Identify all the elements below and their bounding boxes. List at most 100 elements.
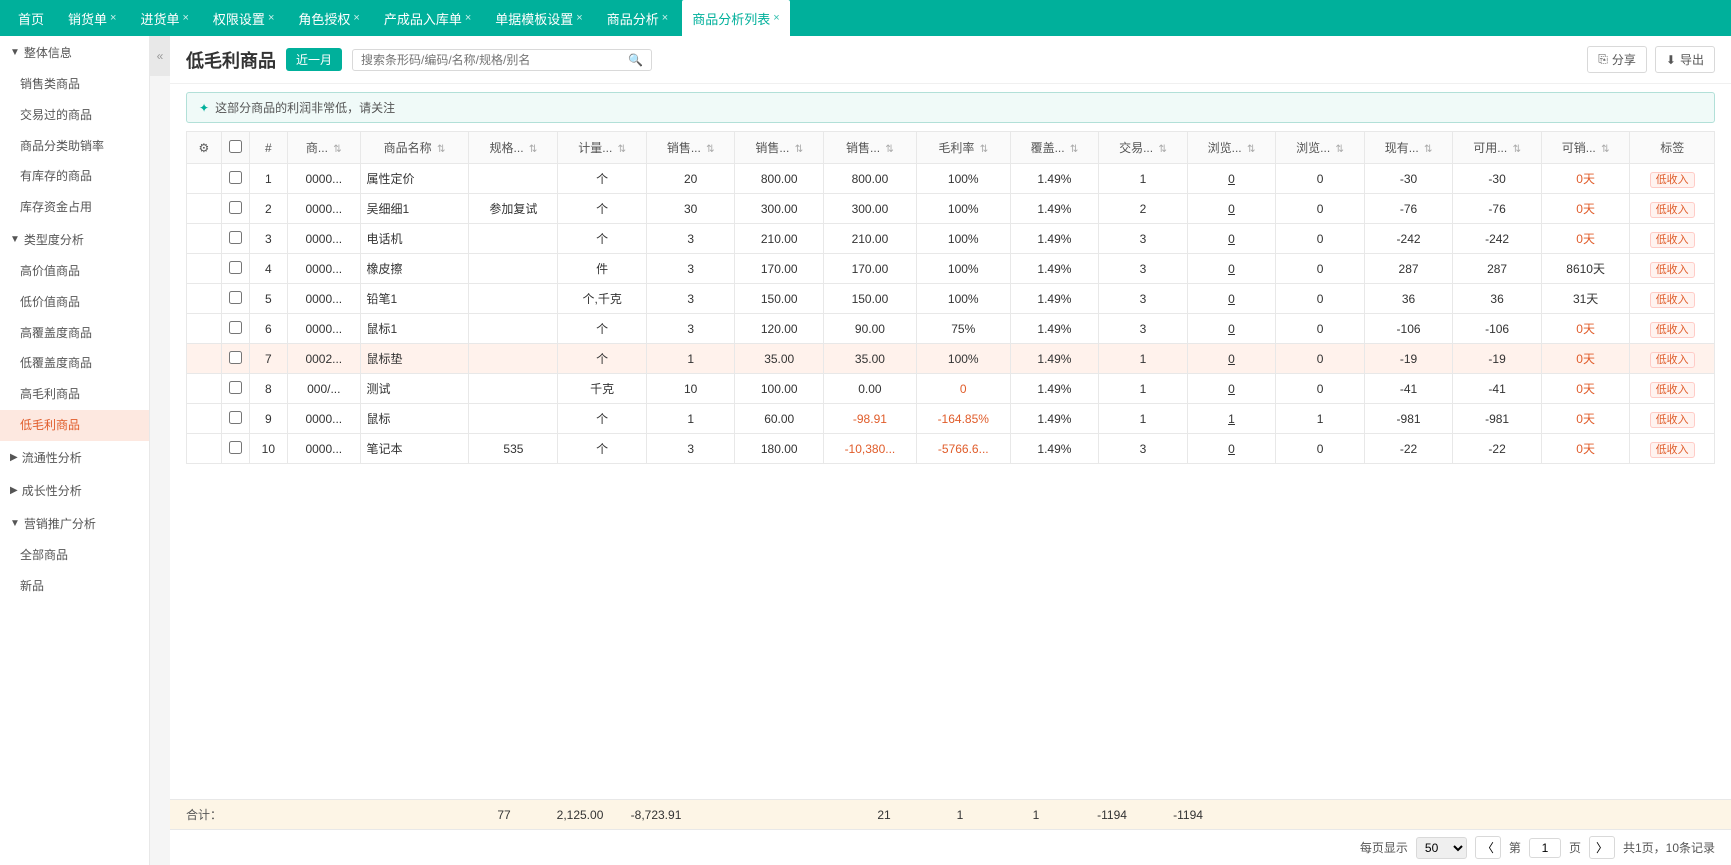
row-views1[interactable]: 0 [1187,194,1276,224]
nav-item-role[interactable]: 角色授权 × [288,0,369,36]
per-page-select[interactable]: 50 100 200 [1416,837,1467,859]
prev-page-button[interactable]: 〈 [1475,836,1501,859]
search-input[interactable] [361,53,622,67]
nav-item-purchase[interactable]: 进货单 × [130,0,198,36]
row-views1[interactable]: 0 [1187,284,1276,314]
row-checkbox[interactable] [221,254,249,284]
nav-close-analysis[interactable]: × [662,12,668,24]
sidebar-item-high-value[interactable]: 高价值商品 [0,256,149,287]
col-spec[interactable]: 规格... ⇅ [469,132,558,164]
row-checkbox[interactable] [221,164,249,194]
col-unit[interactable]: 计量... ⇅ [558,132,647,164]
nav-close-template[interactable]: × [576,12,582,24]
sidebar-section-flow[interactable]: ▶ 流通性分析 [0,441,149,474]
row-views1[interactable]: 0 [1187,224,1276,254]
row-select-checkbox[interactable] [229,261,242,274]
row-views1[interactable]: 0 [1187,374,1276,404]
row-checkbox[interactable] [221,224,249,254]
table-row[interactable]: 6 0000... 鼠标1 个 3 120.00 90.00 75% 1.49%… [187,314,1715,344]
table-row[interactable]: 7 0002... 鼠标垫 个 1 35.00 35.00 100% 1.49%… [187,344,1715,374]
row-select-checkbox[interactable] [229,201,242,214]
row-views1[interactable]: 0 [1187,434,1276,464]
col-sellable[interactable]: 可销... ⇅ [1541,132,1630,164]
col-sales-amount[interactable]: 销售... ⇅ [823,132,916,164]
row-checkbox[interactable] [221,374,249,404]
col-cover-rate[interactable]: 覆盖... ⇅ [1010,132,1099,164]
row-checkbox[interactable] [221,344,249,374]
export-button[interactable]: ⬇ 导出 [1655,46,1715,73]
nav-item-product-storage[interactable]: 产成品入库单 × [374,0,481,36]
sidebar-section-overall[interactable]: ▼ 整体信息 [0,36,149,69]
row-select-checkbox[interactable] [229,231,242,244]
page-number-input[interactable] [1529,838,1561,858]
nav-close-purchase[interactable]: × [182,12,188,24]
row-select-checkbox[interactable] [229,381,242,394]
row-views1[interactable]: 1 [1187,404,1276,434]
share-button[interactable]: ⎘ 分享 [1587,46,1647,73]
nav-item-permission[interactable]: 权限设置 × [203,0,284,36]
nav-item-sales[interactable]: 销货单 × [58,0,126,36]
sidebar-item-low-margin[interactable]: 低毛利商品 [0,410,149,441]
sidebar-item-all-goods[interactable]: 全部商品 [0,540,149,571]
sidebar-section-type[interactable]: ▼ 类型度分析 [0,223,149,256]
sidebar-item-sales-goods[interactable]: 销售类商品 [0,69,149,100]
row-select-checkbox[interactable] [229,321,242,334]
row-checkbox[interactable] [221,284,249,314]
nav-item-home[interactable]: 首页 [8,0,54,36]
sidebar-item-capital[interactable]: 库存资金占用 [0,192,149,223]
col-sales-count[interactable]: 销售... ⇅ [646,132,735,164]
sidebar-section-growth[interactable]: ▶ 成长性分析 [0,474,149,507]
col-transactions[interactable]: 交易... ⇅ [1099,132,1188,164]
row-checkbox[interactable] [221,314,249,344]
row-checkbox[interactable] [221,404,249,434]
nav-item-template[interactable]: 单据模板设置 × [485,0,592,36]
sidebar-item-low-value[interactable]: 低价值商品 [0,287,149,318]
col-settings[interactable]: ⚙ [187,132,222,164]
table-row[interactable]: 3 0000... 电话机 个 3 210.00 210.00 100% 1.4… [187,224,1715,254]
table-row[interactable]: 5 0000... 铅笔1 个,千克 3 150.00 150.00 100% … [187,284,1715,314]
col-code[interactable]: 商... ⇅ [288,132,360,164]
row-select-checkbox[interactable] [229,291,242,304]
sidebar-section-marketing[interactable]: ▼ 营销推广分析 [0,507,149,540]
nav-item-analysis[interactable]: 商品分析 × [597,0,678,36]
sidebar-item-stock-goods[interactable]: 有库存的商品 [0,161,149,192]
sidebar-item-traded-goods[interactable]: 交易过的商品 [0,100,149,131]
row-views1[interactable]: 0 [1187,164,1276,194]
nav-close-permission[interactable]: × [268,12,274,24]
row-select-checkbox[interactable] [229,411,242,424]
sidebar-item-high-coverage[interactable]: 高覆盖度商品 [0,318,149,349]
row-views1[interactable]: 0 [1187,254,1276,284]
nav-close-product-storage[interactable]: × [465,12,471,24]
table-row[interactable]: 1 0000... 属性定价 个 20 800.00 800.00 100% 1… [187,164,1715,194]
row-checkbox[interactable] [221,194,249,224]
col-current-stock[interactable]: 现有... ⇅ [1364,132,1453,164]
nav-close-sales[interactable]: × [110,12,116,24]
table-row[interactable]: 2 0000... 吴细细1 参加复试 个 30 300.00 300.00 1… [187,194,1715,224]
sidebar-item-category-rate[interactable]: 商品分类助销率 [0,131,149,162]
sidebar-collapse-button[interactable]: « [150,36,170,76]
row-views1[interactable]: 0 [1187,344,1276,374]
table-row[interactable]: 4 0000... 橡皮擦 件 3 170.00 170.00 100% 1.4… [187,254,1715,284]
col-available[interactable]: 可用... ⇅ [1453,132,1542,164]
row-views1[interactable]: 0 [1187,314,1276,344]
sidebar-item-new-goods[interactable]: 新品 [0,571,149,602]
row-select-checkbox[interactable] [229,441,242,454]
row-select-checkbox[interactable] [229,171,242,184]
col-checkbox[interactable] [221,132,249,164]
next-page-button[interactable]: 〉 [1589,836,1615,859]
sidebar-item-high-margin[interactable]: 高毛利商品 [0,379,149,410]
row-checkbox[interactable] [221,434,249,464]
col-views1[interactable]: 浏览... ⇅ [1187,132,1276,164]
nav-item-analysis-list[interactable]: 商品分析列表 × [682,0,789,36]
col-gross-rate[interactable]: 毛利率 ⇅ [916,132,1010,164]
nav-close-role[interactable]: × [353,12,359,24]
sidebar-item-low-coverage[interactable]: 低覆盖度商品 [0,348,149,379]
table-row[interactable]: 9 0000... 鼠标 个 1 60.00 -98.91 -164.85% 1… [187,404,1715,434]
search-icon[interactable]: 🔍 [628,53,643,67]
nav-close-analysis-list[interactable]: × [773,12,779,24]
row-select-checkbox[interactable] [229,351,242,364]
table-row[interactable]: 8 000/... 测试 千克 10 100.00 0.00 0 1.49% 1… [187,374,1715,404]
col-sales-price[interactable]: 销售... ⇅ [735,132,824,164]
table-row[interactable]: 10 0000... 笔记本 535 个 3 180.00 -10,380...… [187,434,1715,464]
select-all-checkbox[interactable] [229,140,242,153]
